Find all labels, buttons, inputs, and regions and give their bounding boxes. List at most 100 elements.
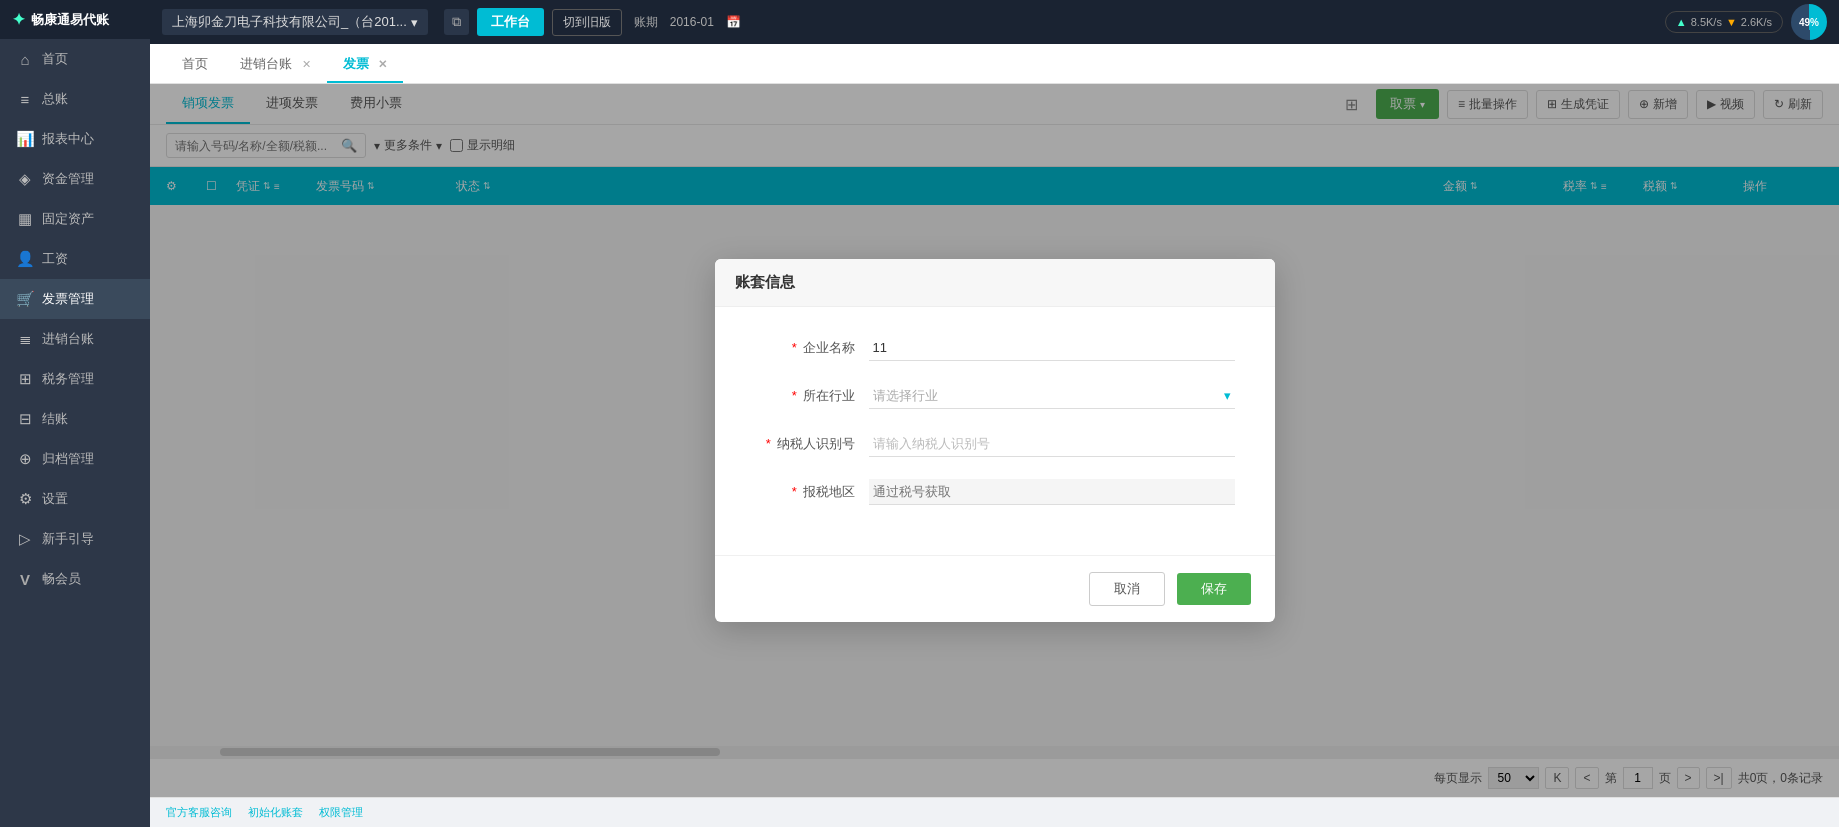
modal-box: 账套信息 * 企业名称 [715,259,1275,622]
sidebar-item-label: 畅会员 [42,570,81,588]
sidebar-item-guide[interactable]: ▷ 新手引导 [0,519,150,559]
main-area: 上海卯金刀电子科技有限公司_（台201... ▾ ⧉ 工作台 切到旧版 账期 2… [150,0,1839,827]
modal-title: 账套信息 [735,273,795,290]
sidebar-item-payroll[interactable]: 👤 工资 [0,239,150,279]
tab-invoice-label: 发票 [343,56,369,71]
company-name-input[interactable] [869,335,1235,361]
speed-indicator: ▲ 8.5K/s ▼ 2.6K/s [1665,11,1783,33]
logo-text: 畅康通易代账 [31,11,109,29]
sidebar-logo: ✦ 畅康通易代账 [0,0,150,39]
sidebar-item-home[interactable]: ⌂ 首页 [0,39,150,79]
save-button[interactable]: 保存 [1177,573,1251,605]
sidebar-item-closing[interactable]: ⊟ 结账 [0,399,150,439]
bottom-link2[interactable]: 初始化账套 [248,805,303,820]
sidebar-item-label: 设置 [42,490,68,508]
tax-region-label: * 报税地区 [755,483,855,501]
required-star: * [792,484,797,499]
tab-bar: 首页 进销台账 ✕ 发票 ✕ [150,44,1839,84]
sidebar-item-label: 工资 [42,250,68,268]
calendar-icon[interactable]: 📅 [726,15,741,29]
speed-up-value: 8.5K/s [1691,16,1722,28]
content-area: 销项发票 进项发票 费用小票 ⊞ 取票 ▾ ≡ 批 [150,84,1839,797]
fixed-assets-icon: ▦ [16,210,34,228]
closing-icon: ⊟ [16,410,34,428]
sidebar-item-label: 进销台账 [42,330,94,348]
bottom-link1[interactable]: 官方客服咨询 [166,805,232,820]
industry-select[interactable]: 请选择行业 [873,388,1220,403]
tab-home[interactable]: 首页 [166,47,224,83]
modal-header: 账套信息 [715,259,1275,307]
sidebar-item-label: 报表中心 [42,130,94,148]
progress-circle: 49% [1791,4,1827,40]
period-label: 账期 [634,14,658,31]
progress-pct: 49% [1799,17,1819,28]
invoice-mgmt-icon: 🛒 [16,290,34,308]
reports-icon: 📊 [16,130,34,148]
topbar: 上海卯金刀电子科技有限公司_（台201... ▾ ⧉ 工作台 切到旧版 账期 2… [150,0,1839,44]
sidebar-item-ledger[interactable]: ≡ 总账 [0,79,150,119]
sidebar-item-sales-ledger[interactable]: ≣ 进销台账 [0,319,150,359]
modal-body: * 企业名称 * 所在行业 [715,307,1275,555]
tax-id-input[interactable] [869,431,1235,457]
sidebar-item-funds[interactable]: ◈ 资金管理 [0,159,150,199]
tab-invoice-close[interactable]: ✕ [378,58,387,70]
archive-icon: ⊕ [16,450,34,468]
sidebar-item-label: 固定资产 [42,210,94,228]
industry-select-wrapper[interactable]: 请选择行业 ▾ [869,383,1235,409]
sidebar-item-invoice-mgmt[interactable]: 🛒 发票管理 [0,279,150,319]
vip-icon: V [16,571,34,588]
workbench-button[interactable]: 工作台 [477,8,544,36]
ledger-icon: ≡ [16,91,34,108]
tab-sales-ledger-close[interactable]: ✕ [302,58,311,70]
company-selector[interactable]: 上海卯金刀电子科技有限公司_（台201... ▾ [162,9,428,35]
form-row-industry: * 所在行业 请选择行业 ▾ [755,383,1235,409]
sidebar: ✦ 畅康通易代账 ⌂ 首页 ≡ 总账 📊 报表中心 ◈ 资金管理 ▦ [0,0,150,827]
copy-button[interactable]: ⧉ [444,9,469,35]
speed-up-icon: ▲ [1676,16,1687,28]
sidebar-item-settings[interactable]: ⚙ 设置 [0,479,150,519]
modal-overlay: 账套信息 * 企业名称 [150,84,1839,797]
sales-ledger-icon: ≣ [16,330,34,348]
guide-icon: ▷ [16,530,34,548]
sidebar-item-label: 资金管理 [42,170,94,188]
sidebar-item-label: 新手引导 [42,530,94,548]
settings-icon: ⚙ [16,490,34,508]
tab-home-label: 首页 [182,56,208,71]
bottom-link3[interactable]: 权限管理 [319,805,363,820]
form-row-company-name: * 企业名称 [755,335,1235,361]
topbar-icons: ⧉ [444,9,469,35]
required-star: * [792,340,797,355]
tax-id-label: * 纳税人识别号 [755,435,855,453]
tax-region-input [869,479,1235,505]
required-star: * [766,436,771,451]
speed-down-value: 2.6K/s [1741,16,1772,28]
sidebar-item-fixed-assets[interactable]: ▦ 固定资产 [0,199,150,239]
form-row-tax-id: * 纳税人识别号 [755,431,1235,457]
industry-label: * 所在行业 [755,387,855,405]
tab-sales-ledger[interactable]: 进销台账 ✕ [224,47,327,83]
logo-icon: ✦ [12,10,25,29]
required-star: * [792,388,797,403]
sidebar-item-vip[interactable]: V 畅会员 [0,559,150,599]
sidebar-item-reports[interactable]: 📊 报表中心 [0,119,150,159]
sidebar-item-tax-mgmt[interactable]: ⊞ 税务管理 [0,359,150,399]
cancel-button[interactable]: 取消 [1089,572,1165,606]
company-name-label: * 企业名称 [755,339,855,357]
company-name: 上海卯金刀电子科技有限公司_（台201... [172,13,407,31]
company-dropdown-arrow: ▾ [411,15,418,30]
tab-invoice[interactable]: 发票 ✕ [327,47,404,83]
old-version-button[interactable]: 切到旧版 [552,9,622,36]
form-row-tax-region: * 报税地区 [755,479,1235,505]
industry-chevron-icon: ▾ [1224,388,1231,403]
sidebar-item-label: 发票管理 [42,290,94,308]
tab-sales-ledger-label: 进销台账 [240,56,292,71]
sidebar-item-archive[interactable]: ⊕ 归档管理 [0,439,150,479]
speed-down-icon: ▼ [1726,16,1737,28]
sidebar-item-label: 归档管理 [42,450,94,468]
period-value: 2016-01 [670,15,714,29]
sidebar-item-label: 税务管理 [42,370,94,388]
topbar-right: ▲ 8.5K/s ▼ 2.6K/s 49% [1665,4,1827,40]
home-icon: ⌂ [16,51,34,68]
sidebar-item-label: 首页 [42,50,68,68]
bottom-bar: 官方客服咨询 初始化账套 权限管理 [150,797,1839,827]
